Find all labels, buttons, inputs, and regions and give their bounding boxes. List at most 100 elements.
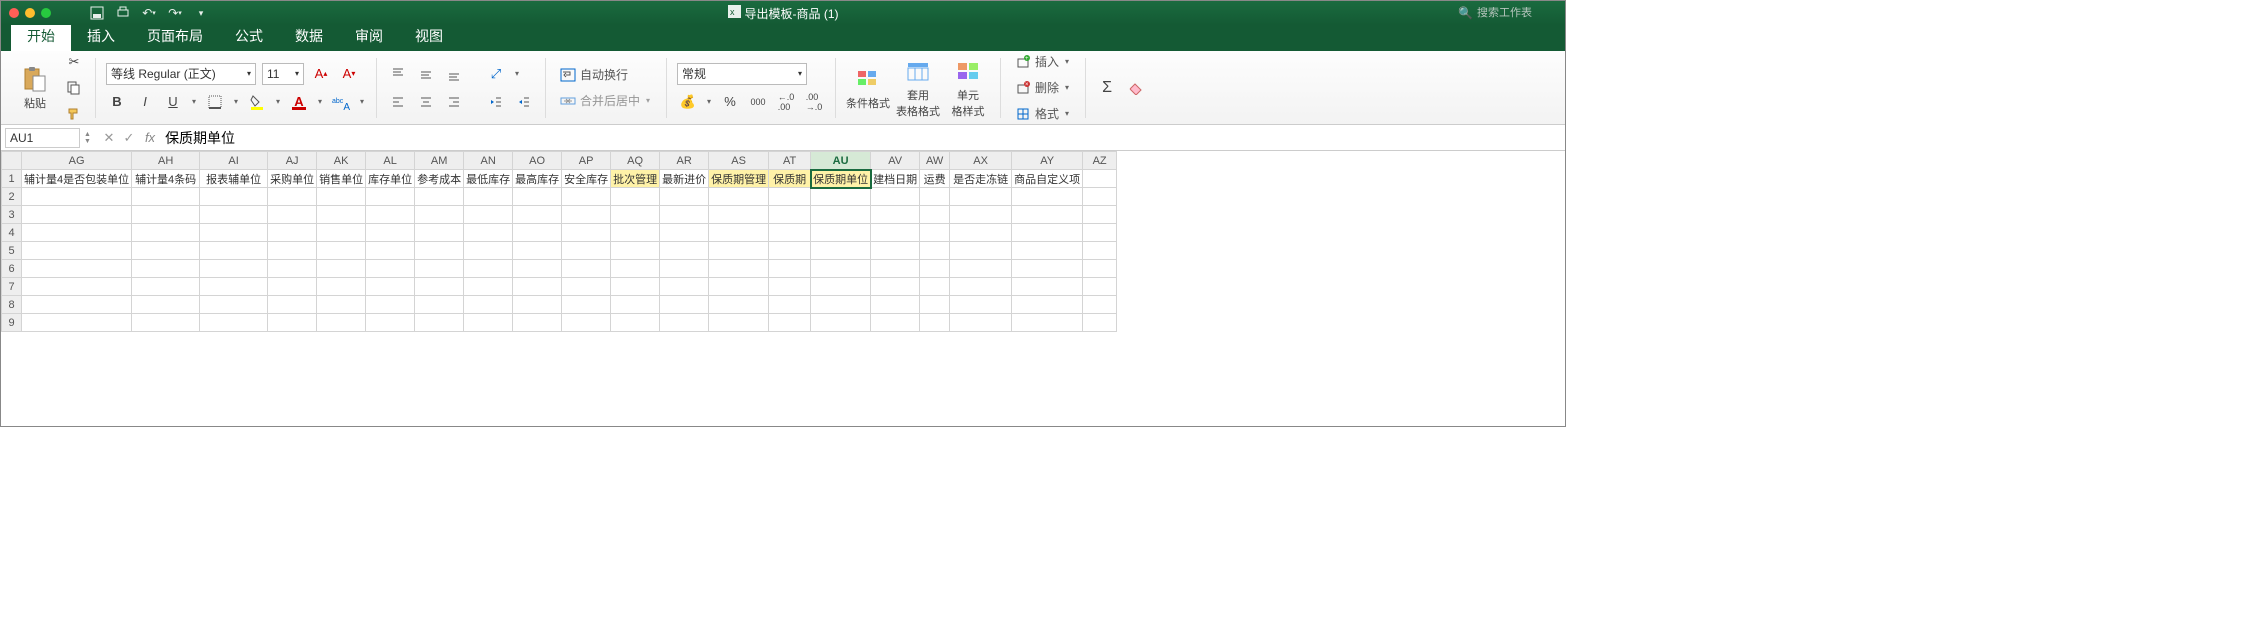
cell[interactable] (811, 314, 871, 332)
cell[interactable] (268, 260, 317, 278)
cell[interactable] (415, 224, 464, 242)
tab-page-layout[interactable]: 页面布局 (131, 21, 219, 51)
underline-button[interactable]: U (162, 91, 184, 113)
align-right-icon[interactable] (443, 91, 465, 113)
cell[interactable] (709, 278, 769, 296)
wrap-text-button[interactable]: 自动换行 (556, 65, 656, 85)
cell[interactable] (1012, 296, 1083, 314)
cell[interactable] (317, 278, 366, 296)
row-header[interactable]: 1 (2, 170, 22, 188)
insert-cells-button[interactable]: +插入▾ (1011, 52, 1075, 72)
col-header-AJ[interactable]: AJ (268, 152, 317, 170)
cell[interactable]: 保质期 (769, 170, 811, 188)
formula-input[interactable] (161, 130, 1565, 146)
cell[interactable] (415, 206, 464, 224)
cell[interactable] (611, 206, 660, 224)
cell[interactable] (920, 278, 950, 296)
cell[interactable] (513, 260, 562, 278)
cell[interactable] (415, 188, 464, 206)
cell[interactable] (811, 296, 871, 314)
align-left-icon[interactable] (387, 91, 409, 113)
cell[interactable] (769, 278, 811, 296)
underline-dd[interactable]: ▾ (190, 97, 198, 106)
cell[interactable] (871, 296, 920, 314)
cell[interactable]: 批次管理 (611, 170, 660, 188)
fill-dd[interactable]: ▾ (274, 97, 282, 106)
col-header-AP[interactable]: AP (562, 152, 611, 170)
cell[interactable]: 保质期单位 (811, 170, 871, 188)
font-color-icon[interactable]: A (288, 91, 310, 113)
cell[interactable] (709, 206, 769, 224)
increase-font-icon[interactable]: A▴ (310, 63, 332, 85)
cell[interactable] (562, 296, 611, 314)
merge-center-button[interactable]: 合并后居中▾ (556, 91, 656, 111)
cell[interactable] (871, 314, 920, 332)
cell[interactable] (562, 224, 611, 242)
cell[interactable] (366, 206, 415, 224)
cell[interactable] (22, 242, 132, 260)
cell[interactable] (513, 278, 562, 296)
tab-home[interactable]: 开始 (11, 21, 71, 51)
row-header[interactable]: 7 (2, 278, 22, 296)
cell[interactable] (268, 188, 317, 206)
cell[interactable] (268, 278, 317, 296)
zoom-button[interactable] (41, 8, 51, 18)
save-icon[interactable] (89, 5, 105, 21)
number-format-select[interactable]: 常规▾ (677, 63, 807, 85)
cell[interactable]: 辅计量4条码 (132, 170, 200, 188)
cell[interactable] (811, 224, 871, 242)
cell[interactable] (920, 188, 950, 206)
cond-format-button[interactable]: 条件格式 (846, 65, 890, 111)
cell[interactable] (1012, 278, 1083, 296)
cell[interactable] (1012, 188, 1083, 206)
italic-button[interactable]: I (134, 91, 156, 113)
cell[interactable] (769, 206, 811, 224)
cell[interactable] (132, 314, 200, 332)
decrease-indent-icon[interactable] (485, 91, 507, 113)
cell[interactable] (920, 242, 950, 260)
cell[interactable] (464, 260, 513, 278)
cell[interactable] (611, 314, 660, 332)
col-header-AT[interactable]: AT (769, 152, 811, 170)
cell[interactable] (871, 242, 920, 260)
cell[interactable] (1083, 242, 1117, 260)
cancel-formula-icon[interactable]: ✕ (99, 130, 119, 146)
cell[interactable] (1012, 260, 1083, 278)
cell[interactable]: 库存单位 (366, 170, 415, 188)
cell[interactable] (132, 206, 200, 224)
row-header[interactable]: 5 (2, 242, 22, 260)
cell[interactable] (950, 314, 1012, 332)
col-header-AN[interactable]: AN (464, 152, 513, 170)
cell[interactable]: 保质期管理 (709, 170, 769, 188)
tab-review[interactable]: 审阅 (339, 21, 399, 51)
col-header-AI[interactable]: AI (200, 152, 268, 170)
name-box-stepper[interactable]: ▲▼ (84, 131, 91, 145)
cell[interactable] (611, 188, 660, 206)
cell[interactable] (200, 224, 268, 242)
undo-icon[interactable]: ↶▾ (141, 5, 157, 21)
customize-qat-icon[interactable]: ▾ (193, 5, 209, 21)
font-name-select[interactable]: 等线 Regular (正文)▾ (106, 63, 256, 85)
cell[interactable] (950, 206, 1012, 224)
cell[interactable] (464, 206, 513, 224)
cell[interactable] (709, 260, 769, 278)
cell[interactable] (769, 314, 811, 332)
cell[interactable] (660, 314, 709, 332)
cell[interactable] (464, 242, 513, 260)
decrease-font-icon[interactable]: A▾ (338, 63, 360, 85)
cell[interactable] (950, 278, 1012, 296)
orient-dd[interactable]: ▾ (513, 69, 521, 78)
cell[interactable] (1083, 260, 1117, 278)
cell[interactable] (811, 260, 871, 278)
print-icon[interactable] (115, 5, 131, 21)
bold-button[interactable]: B (106, 91, 128, 113)
cell[interactable] (200, 206, 268, 224)
cell[interactable] (513, 188, 562, 206)
cell[interactable] (464, 188, 513, 206)
cell[interactable] (1012, 242, 1083, 260)
cell[interactable] (611, 278, 660, 296)
border-icon[interactable] (204, 91, 226, 113)
cell[interactable] (1083, 206, 1117, 224)
cell[interactable] (562, 242, 611, 260)
cell[interactable]: 参考成本 (415, 170, 464, 188)
